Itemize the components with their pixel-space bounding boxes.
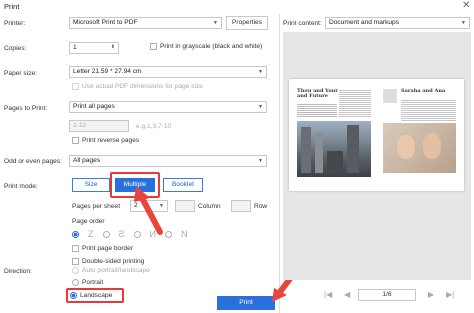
column-label: Column (198, 203, 221, 210)
pages-to-print-label: Pages to Print: (4, 105, 48, 112)
preview-left-text (297, 103, 337, 117)
direction-auto-radio[interactable] (72, 267, 79, 274)
preview-right-heading: Saraha and Ana (401, 88, 446, 94)
page-range-hint: e.g.1,3,7-10 (136, 123, 172, 130)
print-content-label: Print content: (283, 20, 322, 27)
chevron-down-icon: ▼ (258, 104, 263, 110)
reverse-pages-label: Print reverse pages (82, 137, 140, 144)
mode-multiple-button[interactable]: Multiple (115, 178, 155, 192)
page-order-radio-4[interactable] (164, 230, 172, 238)
direction-auto-label: Auto portrait/landscape (82, 267, 150, 274)
preview-right-small-image (383, 89, 397, 103)
page-order-label: Page order (72, 218, 105, 225)
s-order-icon: N (180, 229, 188, 239)
close-icon[interactable]: ✕ (462, 0, 470, 11)
row-label: Row (254, 203, 268, 210)
mode-size-button[interactable]: Size (72, 178, 110, 192)
chevron-down-icon: ▼ (159, 203, 164, 209)
window-title: Print (4, 2, 20, 11)
preview-babies-image (383, 123, 456, 173)
direction-label: Direction: (4, 268, 32, 275)
page-range-placeholder: 1-12 (73, 122, 87, 129)
page-border-option[interactable]: Print page border (72, 245, 133, 252)
pages-to-print-select[interactable]: Print all pages ▼ (69, 101, 267, 113)
preview-left-text-col2 (339, 89, 371, 117)
page-order-radio-3[interactable] (133, 230, 141, 238)
stepper-icon: ⬍ (110, 44, 115, 50)
copies-input[interactable]: 1 ⬍ (69, 42, 119, 54)
print-content-value: Document and markups (329, 19, 400, 26)
grayscale-label: Print in grayscale (black and white) (160, 43, 263, 50)
direction-portrait-radio[interactable] (72, 279, 79, 286)
direction-portrait-label: Portrait (82, 279, 104, 286)
pages-per-sheet-select[interactable]: 2 ▼ (130, 200, 168, 212)
paper-size-value: Letter 21.59 * 27.94 cm (73, 68, 142, 75)
print-button[interactable]: Print (217, 296, 275, 310)
preview-baby-1 (397, 135, 415, 159)
n-order-icon: Ƨ (118, 229, 125, 239)
use-pdf-dims-option[interactable]: Use actual PDF dimensions for page size (72, 83, 203, 90)
page-order-options: Z Ƨ И N (72, 229, 187, 239)
double-sided-label: Double-sided printing (82, 258, 145, 265)
printer-select[interactable]: Microsoft Print to PDF ▼ (69, 17, 222, 29)
prev-page-icon[interactable]: ◀ (344, 290, 350, 299)
preview-right-text (401, 99, 456, 121)
direction-landscape-option[interactable]: Landscape (70, 292, 112, 299)
panel-divider (279, 14, 280, 313)
page-border-label: Print page border (82, 245, 133, 252)
odd-even-value: All pages (73, 157, 101, 164)
page-range-input[interactable]: 1-12 (69, 120, 129, 132)
row-input[interactable] (231, 200, 251, 212)
page-indicator[interactable]: 1/6 (358, 289, 416, 301)
double-sided-checkbox[interactable] (72, 258, 79, 265)
direction-auto-option[interactable]: Auto portrait/landscape (72, 267, 150, 274)
chevron-down-icon: ▼ (213, 20, 218, 26)
chevron-down-icon: ▼ (258, 158, 263, 164)
printer-label: Printer: (4, 20, 26, 27)
direction-landscape-radio[interactable] (70, 292, 77, 299)
preview-street (327, 151, 343, 173)
properties-button[interactable]: Properties (226, 16, 268, 30)
use-pdf-dims-label: Use actual PDF dimensions for page size (82, 83, 203, 90)
copies-value: 1 (73, 44, 77, 51)
page-order-radio-2[interactable] (102, 230, 110, 238)
chevron-down-icon: ▼ (258, 69, 263, 75)
preview-baby-2 (423, 133, 441, 159)
copies-label: Copies: (4, 45, 27, 52)
preview-building (301, 127, 311, 173)
reverse-n-order-icon: И (149, 229, 156, 239)
paper-size-label: Paper size: (4, 70, 37, 77)
column-input[interactable] (175, 200, 195, 212)
preview-building (315, 133, 323, 173)
first-page-icon[interactable]: |◀ (324, 290, 332, 299)
grayscale-checkbox[interactable] (150, 43, 157, 50)
print-mode-label: Print mode: (4, 183, 38, 190)
page-border-checkbox[interactable] (72, 245, 79, 252)
next-page-icon[interactable]: ▶ (428, 290, 434, 299)
print-content-select[interactable]: Document and markups ▼ (325, 17, 470, 29)
chevron-down-icon: ▼ (461, 20, 466, 26)
preview-sheet: Thou and Your and Future Saraha and Ana (289, 79, 464, 191)
pages-to-print-value: Print all pages (73, 103, 115, 110)
preview-city-image (297, 121, 371, 177)
pages-per-sheet-label: Pages per sheet (72, 203, 121, 210)
double-sided-option[interactable]: Double-sided printing (72, 258, 144, 265)
pages-per-sheet-value: 2 (134, 202, 138, 209)
z-order-icon: Z (88, 229, 94, 239)
reverse-pages-checkbox[interactable] (72, 137, 79, 144)
reverse-pages-option[interactable]: Print reverse pages (72, 137, 139, 144)
last-page-icon[interactable]: ▶| (446, 290, 454, 299)
paper-size-select[interactable]: Letter 21.59 * 27.94 cm ▼ (69, 66, 267, 78)
page-order-radio-1[interactable] (72, 230, 79, 238)
preview-building (347, 125, 359, 173)
mode-booklet-button[interactable]: Booklet (163, 178, 203, 192)
printer-value: Microsoft Print to PDF (73, 19, 138, 26)
odd-even-select[interactable]: All pages ▼ (69, 155, 267, 167)
use-pdf-dims-checkbox[interactable] (72, 83, 79, 90)
grayscale-option[interactable]: Print in grayscale (black and white) (150, 43, 262, 50)
odd-even-label: Odd or even pages: (4, 158, 62, 165)
direction-portrait-option[interactable]: Portrait (72, 279, 103, 286)
direction-landscape-label: Landscape (80, 292, 113, 299)
